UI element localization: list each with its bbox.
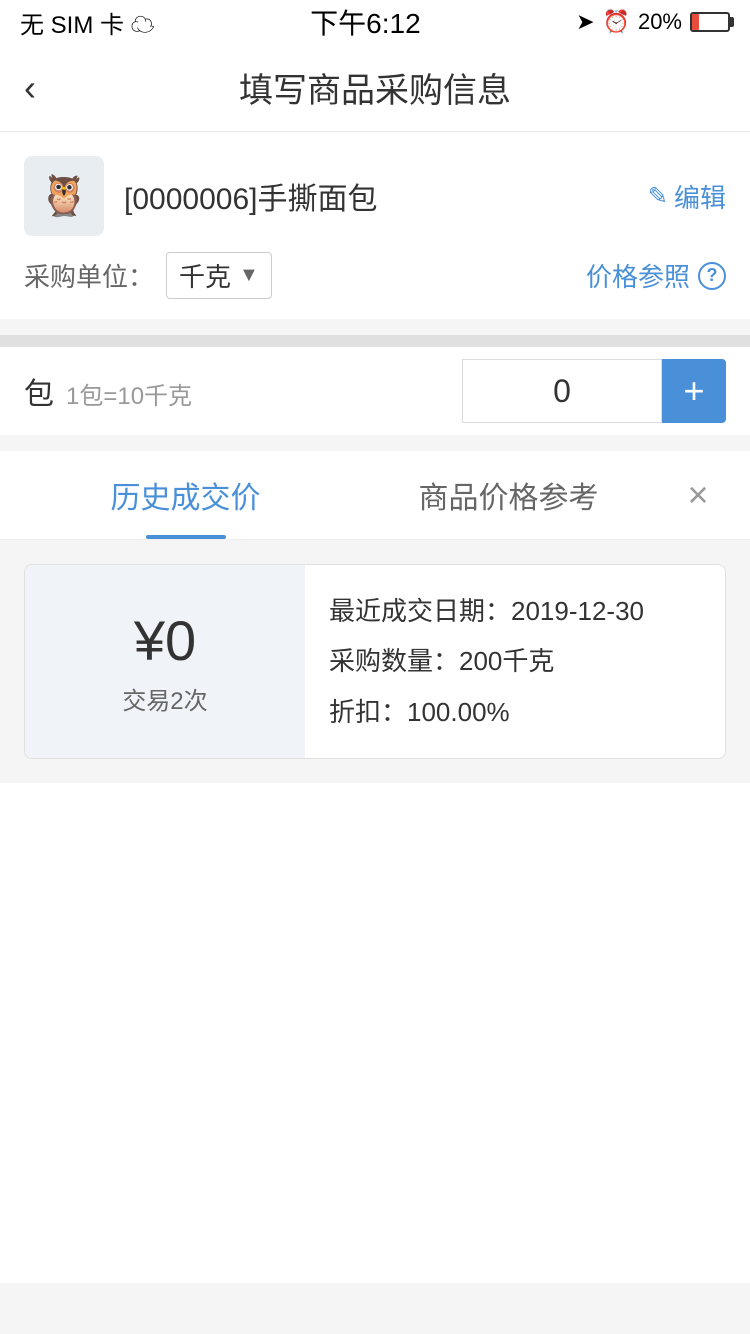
edit-icon: ✎: [648, 182, 668, 211]
card-price-summary: ¥0 交易2次: [25, 565, 305, 758]
edit-button[interactable]: ✎ 编辑: [648, 178, 726, 215]
battery-percent: 20%: [638, 9, 682, 35]
trade-count: 交易2次: [122, 681, 207, 716]
quantity-row: 包 1包=10千克 0 +: [0, 347, 750, 435]
battery-fill: [692, 14, 699, 30]
sim-signal-text: 无 SIM 卡 ☁: [20, 5, 155, 40]
card-area: ¥0 交易2次 最近成交日期：2019-12-30 采购数量：200千克 折扣：…: [0, 540, 750, 783]
quantity-unit-hint: 1包=10千克: [66, 376, 192, 411]
price-symbol: ¥: [134, 609, 165, 672]
tab-price-reference[interactable]: 商品价格参考: [347, 451, 670, 539]
unit-select[interactable]: 千克 ▼: [166, 252, 272, 299]
card-price-details: 最近成交日期：2019-12-30 采购数量：200千克 折扣：100.00%: [305, 565, 725, 758]
tab-history-price[interactable]: 历史成交价: [24, 451, 347, 539]
nav-bar: ‹ 填写商品采购信息: [0, 44, 750, 132]
tab-close-button[interactable]: ×: [670, 467, 726, 523]
unit-left: 采购单位： 千克 ▼: [24, 252, 272, 299]
product-name: [0000006]手撕面包: [124, 174, 377, 218]
section-divider: [0, 335, 750, 347]
edit-label: 编辑: [674, 178, 726, 215]
purchase-qty: 采购数量：200千克: [329, 643, 701, 679]
status-left: 无 SIM 卡 ☁: [20, 5, 155, 40]
dropdown-icon: ▼: [239, 264, 259, 287]
product-logo: 🦉: [24, 156, 104, 236]
unit-label: 采购单位：: [24, 257, 154, 294]
price-ref-label: 价格参照: [586, 257, 690, 294]
last-trade-date: 最近成交日期：2019-12-30: [329, 593, 701, 629]
plus-icon: +: [683, 370, 704, 412]
price-ref-button[interactable]: 价格参照 ?: [586, 257, 726, 294]
quantity-unit-info: 包 1包=10千克: [24, 369, 192, 413]
alarm-icon: ⏰: [603, 9, 630, 35]
tab-section: 历史成交价 商品价格参考 ×: [0, 451, 750, 540]
tab-active-underline: [146, 535, 226, 539]
quantity-value: 0: [553, 373, 571, 410]
product-unit-row: 采购单位： 千克 ▼ 价格参照 ?: [24, 252, 726, 299]
status-time: 下午6:12: [310, 2, 421, 42]
back-button[interactable]: ‹: [24, 67, 36, 109]
location-icon: ➤: [576, 9, 594, 35]
tab-history-price-label: 历史成交价: [111, 473, 261, 517]
price-ref-help-icon: ?: [698, 262, 726, 290]
quantity-unit-big: 包: [24, 369, 54, 413]
unit-value: 千克: [179, 257, 231, 294]
tab-price-reference-label: 商品价格参考: [419, 473, 599, 517]
brand-logo-icon: 🦉: [39, 176, 89, 216]
page-title: 填写商品采购信息: [239, 63, 511, 112]
battery-icon: [690, 12, 730, 32]
quantity-plus-button[interactable]: +: [662, 359, 726, 423]
status-right: ➤ ⏰ 20%: [576, 9, 730, 35]
product-header: 🦉 [0000006]手撕面包 ✎ 编辑: [24, 156, 726, 236]
price-card: ¥0 交易2次 最近成交日期：2019-12-30 采购数量：200千克 折扣：…: [24, 564, 726, 759]
price-display: ¥0: [134, 608, 196, 673]
tab-bar: 历史成交价 商品价格参考 ×: [0, 451, 750, 539]
quantity-input[interactable]: 0: [462, 359, 662, 423]
discount: 折扣：100.00%: [329, 694, 701, 730]
page-rest: [0, 783, 750, 1283]
price-value: 0: [165, 609, 196, 672]
quantity-control: 0 +: [462, 359, 726, 423]
status-bar: 无 SIM 卡 ☁ 下午6:12 ➤ ⏰ 20%: [0, 0, 750, 44]
product-section: 🦉 [0000006]手撕面包 ✎ 编辑 采购单位： 千克 ▼ 价格参照 ?: [0, 132, 750, 319]
product-left: 🦉 [0000006]手撕面包: [24, 156, 377, 236]
